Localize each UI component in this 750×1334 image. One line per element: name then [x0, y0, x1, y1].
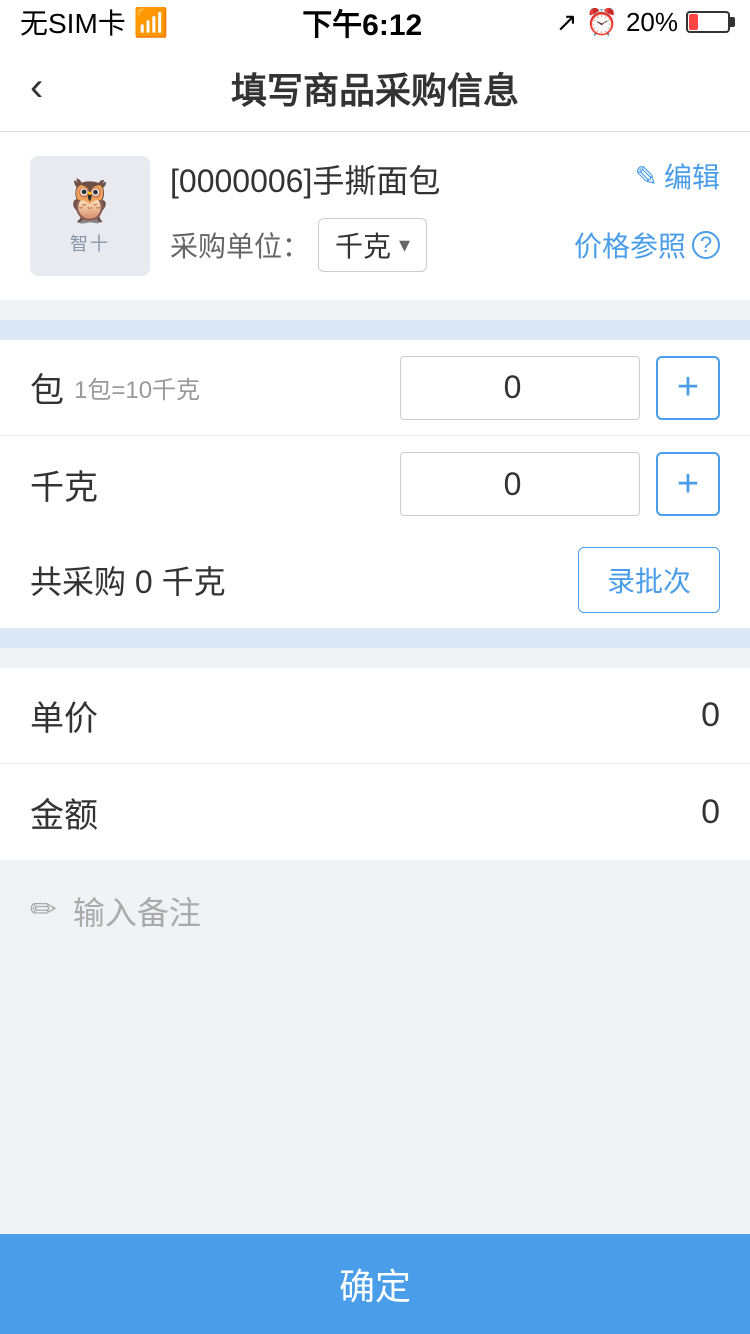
back-button[interactable]: ‹ — [20, 55, 53, 120]
unit-value: 千克 — [335, 225, 391, 265]
info-value-price: 0 — [701, 696, 720, 735]
info-row-price: 单价 0 — [0, 668, 750, 764]
info-label-amount: 金额 — [30, 788, 98, 837]
product-name: [0000006]手撕面包 — [170, 156, 440, 202]
battery-icon — [686, 11, 730, 33]
note-icon: ✏ — [30, 890, 57, 928]
row-input-area-bao: + — [200, 356, 720, 420]
wifi-icon: 📶 — [134, 6, 169, 39]
divider-mid — [0, 628, 750, 648]
info-row-amount: 金额 0 — [0, 764, 750, 860]
status-left: 无SIM卡 📶 — [20, 2, 169, 42]
status-right: ↗ ⏰ 20% — [556, 7, 730, 38]
row-label-bao: 包 — [30, 363, 64, 412]
nav-bar: ‹ 填写商品采购信息 — [0, 44, 750, 132]
edit-icon: ✎ — [635, 160, 658, 193]
product-brand: 智十 — [70, 230, 110, 256]
quantity-input-kg[interactable] — [400, 452, 640, 516]
quantity-input-bao[interactable] — [400, 356, 640, 420]
edit-label: 编辑 — [664, 156, 720, 196]
alarm-icon: ⏰ — [586, 7, 618, 38]
plus-button-bao[interactable]: + — [656, 356, 720, 420]
price-ref-label: 价格参照 — [574, 225, 686, 265]
unit-label: 采购单位： — [170, 225, 310, 265]
row-label-kg: 千克 — [30, 460, 98, 509]
status-time: 下午6:12 — [302, 0, 422, 44]
info-label-price: 单价 — [30, 691, 98, 740]
input-row-bao: 包 1包=10千克 + — [0, 340, 750, 436]
note-placeholder: 输入备注 — [73, 888, 201, 934]
confirm-button[interactable]: 确定 — [0, 1234, 750, 1334]
edit-button[interactable]: ✎ 编辑 — [635, 156, 720, 196]
carrier-text: 无SIM卡 — [20, 2, 126, 42]
product-id: [0000006] — [170, 163, 312, 199]
price-ref-icon: ? — [692, 231, 720, 259]
page-title: 填写商品采购信息 — [231, 62, 519, 114]
row-input-area-kg: + — [98, 452, 720, 516]
row-sublabel-bao: 1包=10千克 — [74, 370, 200, 405]
bottom-spacer — [0, 1060, 750, 1160]
battery-text: 20% — [626, 7, 678, 38]
input-row-kg: 千克 + — [0, 436, 750, 532]
divider-top — [0, 320, 750, 340]
product-card: 🦉 智十 [0000006]手撕面包 ✎ 编辑 采购单位： 千克 ▾ 价格参照 — [0, 132, 750, 300]
record-batch-button[interactable]: 录批次 — [578, 547, 720, 613]
product-unit-row: 采购单位： 千克 ▾ 价格参照 ? — [170, 218, 720, 272]
product-info: [0000006]手撕面包 ✎ 编辑 采购单位： 千克 ▾ 价格参照 ? — [170, 156, 720, 272]
info-section: 单价 0 金额 0 — [0, 668, 750, 860]
product-title: 手撕面包 — [312, 163, 440, 199]
note-section[interactable]: ✏ 输入备注 — [0, 860, 750, 1060]
summary-row: 共采购 0 千克 录批次 — [0, 532, 750, 628]
unit-select-arrow: ▾ — [399, 232, 410, 258]
product-image: 🦉 智十 — [30, 156, 150, 276]
plus-button-kg[interactable]: + — [656, 452, 720, 516]
battery-fill — [689, 14, 698, 30]
product-header: [0000006]手撕面包 ✎ 编辑 — [170, 156, 720, 202]
price-ref-button[interactable]: 价格参照 ? — [574, 225, 720, 265]
input-section: 包 1包=10千克 + 千克 + — [0, 340, 750, 532]
summary-text: 共采购 0 千克 — [30, 557, 226, 603]
status-bar: 无SIM卡 📶 下午6:12 ↗ ⏰ 20% — [0, 0, 750, 44]
product-owl-icon: 🦉 — [64, 177, 116, 226]
info-value-amount: 0 — [701, 793, 720, 832]
location-icon: ↗ — [556, 7, 578, 38]
unit-select[interactable]: 千克 ▾ — [318, 218, 427, 272]
